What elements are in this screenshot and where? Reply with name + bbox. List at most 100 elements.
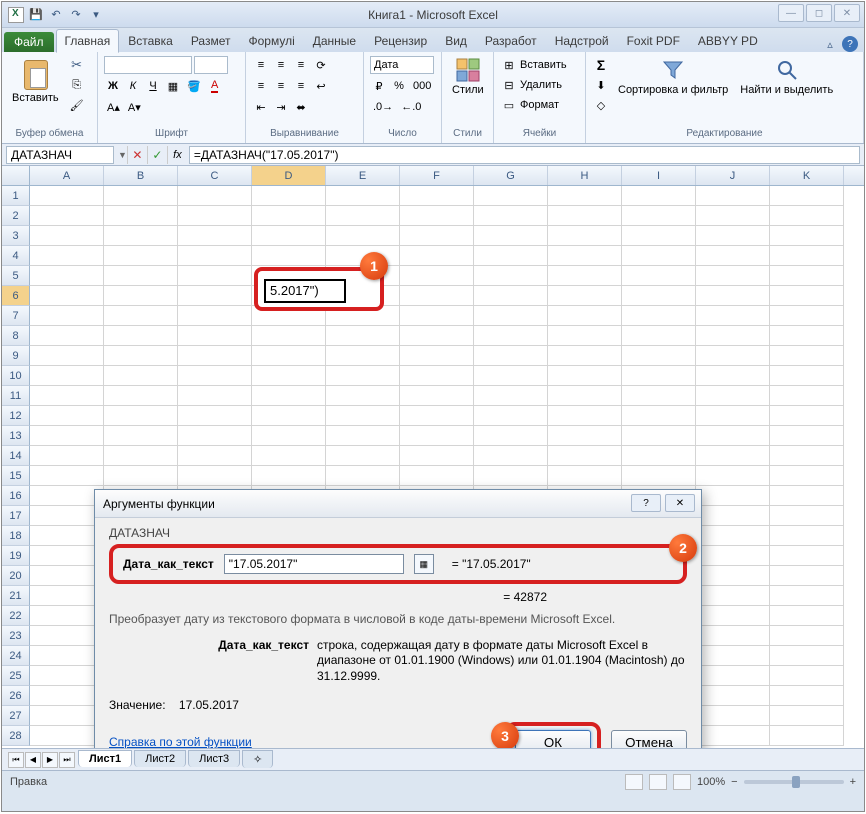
tab-home[interactable]: Главная — [56, 29, 120, 53]
cell[interactable] — [696, 666, 770, 686]
cell[interactable] — [326, 366, 400, 386]
col-header-J[interactable]: J — [696, 166, 770, 185]
tab-abbyy[interactable]: ABBYY PD — [689, 29, 767, 52]
cell[interactable] — [104, 226, 178, 246]
row-header[interactable]: 19 — [2, 546, 30, 566]
cell[interactable] — [30, 546, 104, 566]
cell[interactable] — [30, 526, 104, 546]
cell[interactable] — [178, 366, 252, 386]
orientation-icon[interactable]: ⟳ — [312, 56, 330, 74]
formula-cancel-icon[interactable]: ✕ — [127, 146, 147, 164]
cell[interactable] — [770, 226, 844, 246]
styles-button[interactable]: Стили — [448, 56, 488, 98]
tab-review[interactable]: Рецензир — [365, 29, 436, 52]
align-left-icon[interactable]: ≡ — [252, 77, 270, 95]
cancel-button[interactable]: Отмена — [611, 730, 687, 748]
delete-cells-label[interactable]: Удалить — [520, 79, 562, 91]
font-family-combo[interactable] — [104, 56, 192, 74]
cell[interactable] — [104, 306, 178, 326]
sheet-nav-first-icon[interactable]: ⏮ — [8, 752, 24, 768]
ok-button[interactable]: ОК — [515, 730, 591, 748]
decrease-font-icon[interactable]: A▾ — [125, 98, 144, 116]
cell[interactable] — [770, 246, 844, 266]
cell[interactable] — [474, 346, 548, 366]
cell[interactable] — [326, 386, 400, 406]
cell[interactable] — [400, 326, 474, 346]
tab-formulas[interactable]: Формулі — [239, 29, 303, 52]
cell[interactable] — [400, 246, 474, 266]
fill-color-button[interactable]: 🪣 — [184, 77, 204, 95]
row-header[interactable]: 6 — [2, 286, 30, 306]
sheet-tab-3[interactable]: Лист3 — [188, 750, 240, 767]
tab-foxit[interactable]: Foxit PDF — [618, 29, 689, 52]
cell[interactable] — [30, 466, 104, 486]
row-header[interactable]: 27 — [2, 706, 30, 726]
tab-layout[interactable]: Размет — [182, 29, 240, 52]
sheet-nav-next-icon[interactable]: ▶ — [42, 752, 58, 768]
paste-button[interactable]: Вставить — [8, 56, 63, 106]
cell[interactable] — [30, 306, 104, 326]
cell[interactable] — [30, 626, 104, 646]
cell[interactable] — [104, 246, 178, 266]
cell[interactable] — [548, 326, 622, 346]
cell[interactable] — [104, 286, 178, 306]
cell[interactable] — [622, 286, 696, 306]
cell[interactable] — [252, 466, 326, 486]
cell[interactable] — [474, 386, 548, 406]
cell[interactable] — [30, 346, 104, 366]
col-header-F[interactable]: F — [400, 166, 474, 185]
row-header[interactable]: 7 — [2, 306, 30, 326]
cell[interactable] — [696, 486, 770, 506]
cell[interactable] — [400, 286, 474, 306]
cell[interactable] — [400, 206, 474, 226]
cell[interactable] — [770, 566, 844, 586]
cell[interactable] — [30, 406, 104, 426]
cell[interactable] — [178, 226, 252, 246]
sheet-tab-1[interactable]: Лист1 — [78, 750, 132, 767]
cell[interactable] — [178, 306, 252, 326]
cell[interactable] — [622, 326, 696, 346]
cell[interactable] — [400, 346, 474, 366]
cell[interactable] — [400, 446, 474, 466]
cell[interactable] — [252, 186, 326, 206]
format-painter-icon[interactable]: 🖌 — [67, 96, 87, 114]
cell[interactable] — [696, 386, 770, 406]
copy-icon[interactable]: ⎘ — [67, 76, 87, 94]
cell[interactable] — [548, 346, 622, 366]
cell[interactable] — [696, 346, 770, 366]
tab-addins[interactable]: Надстрой — [546, 29, 618, 52]
cell[interactable] — [696, 446, 770, 466]
insert-cells-icon[interactable]: ⊞ — [500, 56, 518, 74]
cell[interactable] — [400, 426, 474, 446]
cell[interactable] — [770, 546, 844, 566]
zoom-in-icon[interactable]: + — [850, 776, 856, 788]
underline-button[interactable]: Ч — [144, 77, 162, 95]
cell[interactable] — [696, 466, 770, 486]
row-header[interactable]: 20 — [2, 566, 30, 586]
col-header-G[interactable]: G — [474, 166, 548, 185]
cell[interactable] — [30, 286, 104, 306]
cell[interactable] — [104, 366, 178, 386]
cell[interactable] — [30, 666, 104, 686]
minimize-button[interactable]: — — [778, 4, 804, 22]
row-header[interactable]: 16 — [2, 486, 30, 506]
align-middle-icon[interactable]: ≡ — [272, 56, 290, 74]
cell[interactable] — [548, 366, 622, 386]
row-header[interactable]: 9 — [2, 346, 30, 366]
dialog-help-button[interactable]: ? — [631, 494, 661, 512]
cell[interactable] — [252, 386, 326, 406]
increase-indent-icon[interactable]: ⇥ — [272, 98, 290, 116]
decrease-indent-icon[interactable]: ⇤ — [252, 98, 270, 116]
cell[interactable] — [696, 566, 770, 586]
cell[interactable] — [696, 426, 770, 446]
format-cells-label[interactable]: Формат — [520, 99, 559, 111]
cell[interactable] — [30, 686, 104, 706]
cell[interactable] — [622, 186, 696, 206]
cell[interactable] — [770, 666, 844, 686]
cell[interactable] — [696, 266, 770, 286]
cell[interactable] — [696, 226, 770, 246]
cell[interactable] — [178, 346, 252, 366]
decrease-decimal-icon[interactable]: ←.0 — [398, 98, 424, 116]
cell[interactable] — [104, 386, 178, 406]
cell[interactable] — [770, 346, 844, 366]
